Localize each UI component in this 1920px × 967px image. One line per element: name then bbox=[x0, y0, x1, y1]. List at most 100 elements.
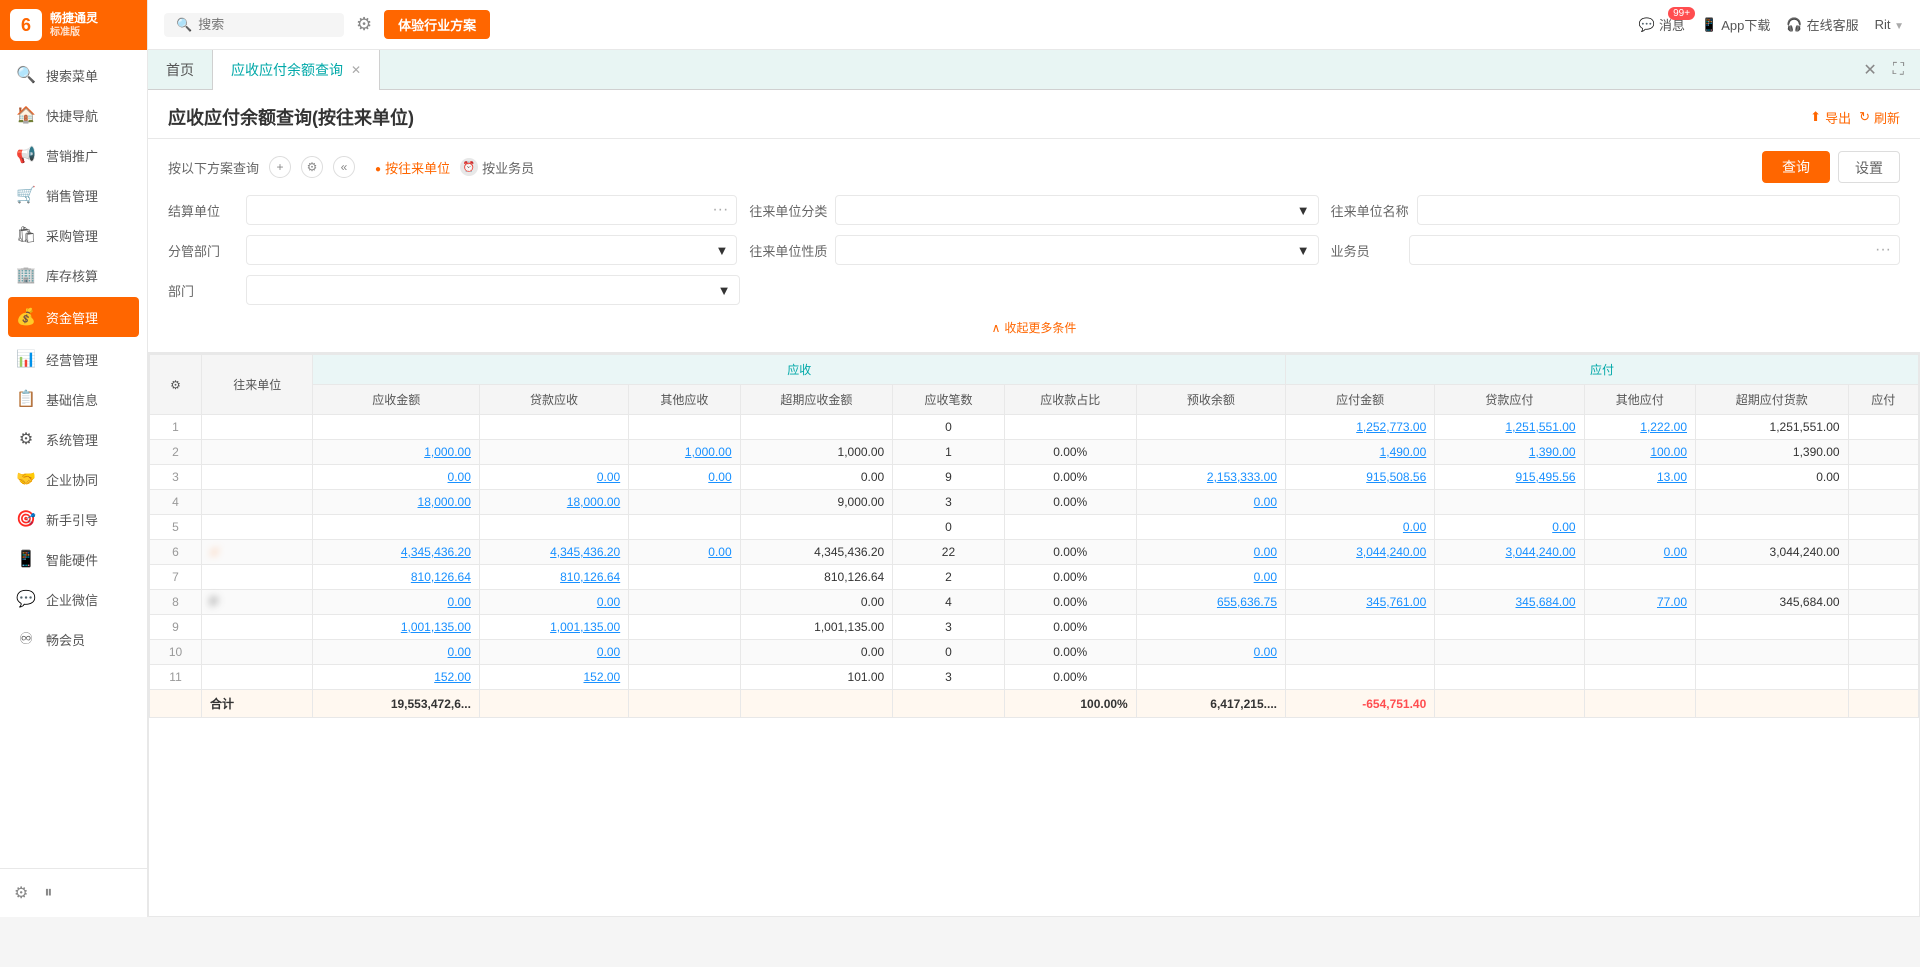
sidebar-item-label-finance: 资金管理 bbox=[46, 308, 98, 327]
promo-button[interactable]: 体验行业方案 bbox=[384, 10, 490, 39]
th-ar-ratio: 应收款占比 bbox=[1004, 385, 1136, 415]
sidebar-item-sales[interactable]: 🛒销售管理 bbox=[0, 175, 147, 215]
scheme-by-staff[interactable]: ⏰ 按业务员 bbox=[460, 158, 534, 177]
table-footer-row: 合计 19,553,472,6... 100.00% 6,417,215....… bbox=[150, 690, 1919, 718]
online-service-button[interactable]: 🎧 在线客服 bbox=[1786, 15, 1858, 34]
filter-settings-button[interactable]: ⚙ bbox=[301, 156, 323, 178]
sidebar-item-hardware[interactable]: 📱智能硬件 bbox=[0, 539, 147, 579]
tab-controls: ✕ ⛶ bbox=[1847, 56, 1920, 84]
scheme-by-staff-label: 按业务员 bbox=[482, 158, 534, 177]
header-right: 💬 消息 99+ 📱 App下载 🎧 在线客服 Rit ▼ bbox=[1639, 15, 1904, 34]
query-button[interactable]: 查询 bbox=[1762, 151, 1830, 183]
sidebar-item-inventory[interactable]: 🏢库存核算 bbox=[0, 255, 147, 295]
tab-close-icon[interactable]: ✕ bbox=[351, 63, 361, 77]
filter-field-jiesuan: 结算单位 ··· bbox=[168, 195, 737, 225]
collapse-more-button[interactable]: ∧ 收起更多条件 bbox=[168, 315, 1900, 340]
footer-ar-count bbox=[893, 690, 1004, 718]
tab-ar-ap-label: 应收应付余额查询 bbox=[231, 60, 343, 80]
table-row: 3 0.00 0.00 0.00 0.00 9 0.00% 2,153,333.… bbox=[150, 465, 1919, 490]
app-label: App下载 bbox=[1721, 15, 1770, 34]
chevron-down-icon: ▼ bbox=[1894, 21, 1904, 32]
sidebar-logo: 6 畅捷通灵 标准版 bbox=[0, 0, 147, 50]
scheme-by-unit[interactable]: ● 按往来单位 bbox=[375, 158, 450, 177]
tab-ar-ap[interactable]: 应收应付余额查询 ✕ bbox=[213, 50, 380, 90]
sidebar-item-corp[interactable]: 🤝企业协同 bbox=[0, 459, 147, 499]
sidebar-item-business[interactable]: 📊经营管理 bbox=[0, 339, 147, 379]
finance-icon: 💰 bbox=[16, 307, 36, 327]
laiwei-fenlei-input[interactable]: ▼ bbox=[835, 195, 1318, 225]
basic-icon: 📋 bbox=[16, 389, 36, 409]
sidebar-item-label-member: 畅会员 bbox=[46, 630, 85, 649]
th-ar-overdue: 超期应收金额 bbox=[740, 385, 893, 415]
bumen-input[interactable]: ▼ bbox=[246, 275, 740, 305]
sidebar-item-system[interactable]: ⚙系统管理 bbox=[0, 419, 147, 459]
laiwei-name-input[interactable] bbox=[1417, 195, 1900, 225]
sidebar-menu: 🔍搜索菜单🏠快捷导航📢营销推广🛒销售管理🛍采购管理🏢库存核算 💰 资金管理 📊经营管理… bbox=[0, 50, 147, 868]
settings-icon[interactable]: ⚙ bbox=[356, 14, 372, 35]
scheme-by-unit-label: 按往来单位 bbox=[385, 158, 450, 177]
footer-num bbox=[150, 690, 202, 718]
sidebar-item-purchase[interactable]: 🛍采购管理 bbox=[0, 215, 147, 255]
th-ar-count: 应收笔数 bbox=[893, 385, 1004, 415]
tab-close-button[interactable]: ✕ bbox=[1859, 56, 1880, 84]
filter-row-1: 结算单位 ··· 往来单位分类 ▼ 往来单位名称 bbox=[168, 195, 1900, 225]
th-ap-overdue: 超期应付货款 bbox=[1696, 385, 1849, 415]
purchase-icon: 🛍 bbox=[16, 225, 36, 245]
th-gear[interactable]: ⚙ bbox=[150, 355, 202, 415]
filter-add-button[interactable]: + bbox=[269, 156, 291, 178]
guide-icon: 🎯 bbox=[16, 509, 36, 529]
search-input[interactable] bbox=[198, 17, 318, 32]
filter-area: 按以下方案查询 + ⚙ « ● 按往来单位 ⏰ 按业务员 查询 设置 bbox=[148, 139, 1920, 353]
sidebar-item-guide[interactable]: 🎯新手引导 bbox=[0, 499, 147, 539]
footer-ap-amount: -654,751.40 bbox=[1286, 690, 1435, 718]
fenguan-input[interactable]: ▼ bbox=[246, 235, 737, 265]
th-ap-extra: 应付 bbox=[1848, 385, 1918, 415]
sidebar-item-finance[interactable]: 💰 资金管理 bbox=[8, 297, 139, 337]
inventory-icon: 🏢 bbox=[16, 265, 36, 285]
tab-expand-button[interactable]: ⛶ bbox=[1889, 57, 1908, 83]
page-settings-button[interactable]: 设置 bbox=[1838, 151, 1900, 183]
wechat-icon: 💬 bbox=[16, 589, 36, 609]
chevron-xingzhi-icon: ▼ bbox=[1297, 243, 1310, 258]
sidebar-settings-button[interactable]: ⚙ bbox=[10, 879, 32, 907]
export-button[interactable]: ⬆ 导出 bbox=[1810, 108, 1851, 127]
th-ap-other: 其他应付 bbox=[1584, 385, 1695, 415]
table-row: 10 0.00 0.00 0.00 0 0.00% 0.00 bbox=[150, 640, 1919, 665]
tab-home[interactable]: 首页 bbox=[148, 50, 213, 90]
laiwei-xingzhi-input[interactable]: ▼ bbox=[835, 235, 1318, 265]
footer-ap-other bbox=[1584, 690, 1695, 718]
footer-ar-other bbox=[629, 690, 740, 718]
filter-field-laiwei-xingzhi: 往来单位性质 ▼ bbox=[749, 235, 1318, 265]
sidebar-bottom: ⚙ ⏸ bbox=[0, 868, 147, 917]
header-search-box[interactable]: 🔍 bbox=[164, 13, 344, 37]
app-download-button[interactable]: 📱 App下载 bbox=[1701, 15, 1770, 34]
collapse-label: 收起更多条件 bbox=[1004, 319, 1076, 336]
sidebar-item-search[interactable]: 🔍搜索菜单 bbox=[0, 55, 147, 95]
filter-top: 按以下方案查询 + ⚙ « ● 按往来单位 ⏰ 按业务员 查询 设置 bbox=[168, 151, 1900, 183]
footer-ar-ratio: 100.00% bbox=[1004, 690, 1136, 718]
table-row: 7 810,126.64 810,126.64 810,126.64 2 0.0… bbox=[150, 565, 1919, 590]
sidebar-item-basic[interactable]: 📋基础信息 bbox=[0, 379, 147, 419]
message-button[interactable]: 💬 消息 99+ bbox=[1639, 15, 1685, 34]
user-profile[interactable]: Rit ▼ bbox=[1875, 17, 1904, 32]
table-row: 4 18,000.00 18,000.00 9,000.00 3 0.00% 0… bbox=[150, 490, 1919, 515]
collapse-icon: ∧ bbox=[992, 321, 1001, 335]
message-icon: 💬 bbox=[1639, 17, 1655, 33]
yewuyuan-input[interactable]: ··· bbox=[1409, 235, 1900, 265]
sidebar-item-quick[interactable]: 🏠快捷导航 bbox=[0, 95, 147, 135]
sidebar-item-marketing[interactable]: 📢营销推广 bbox=[0, 135, 147, 175]
th-unit: 往来单位 bbox=[202, 355, 313, 415]
jiesuan-input[interactable]: ··· bbox=[246, 195, 737, 225]
th-ar-loan: 贷款应收 bbox=[479, 385, 628, 415]
app-icon: 📱 bbox=[1701, 17, 1717, 33]
filter-collapse-button[interactable]: « bbox=[333, 156, 355, 178]
filter-row-3: 部门 ▼ bbox=[168, 275, 1900, 305]
filter-field-fenguan: 分管部门 ▼ bbox=[168, 235, 737, 265]
refresh-button[interactable]: ↻ 刷新 bbox=[1859, 108, 1900, 127]
sidebar-item-wechat[interactable]: 💬企业微信 bbox=[0, 579, 147, 619]
jiesuan-label: 结算单位 bbox=[168, 201, 238, 220]
sidebar-item-member[interactable]: ♾畅会员 bbox=[0, 619, 147, 659]
sidebar-collapse-button[interactable]: ⏸ bbox=[40, 880, 56, 906]
sidebar-item-label-quick: 快捷导航 bbox=[46, 106, 98, 125]
filter-field-yewuyuan: 业务员 ··· bbox=[1331, 235, 1900, 265]
